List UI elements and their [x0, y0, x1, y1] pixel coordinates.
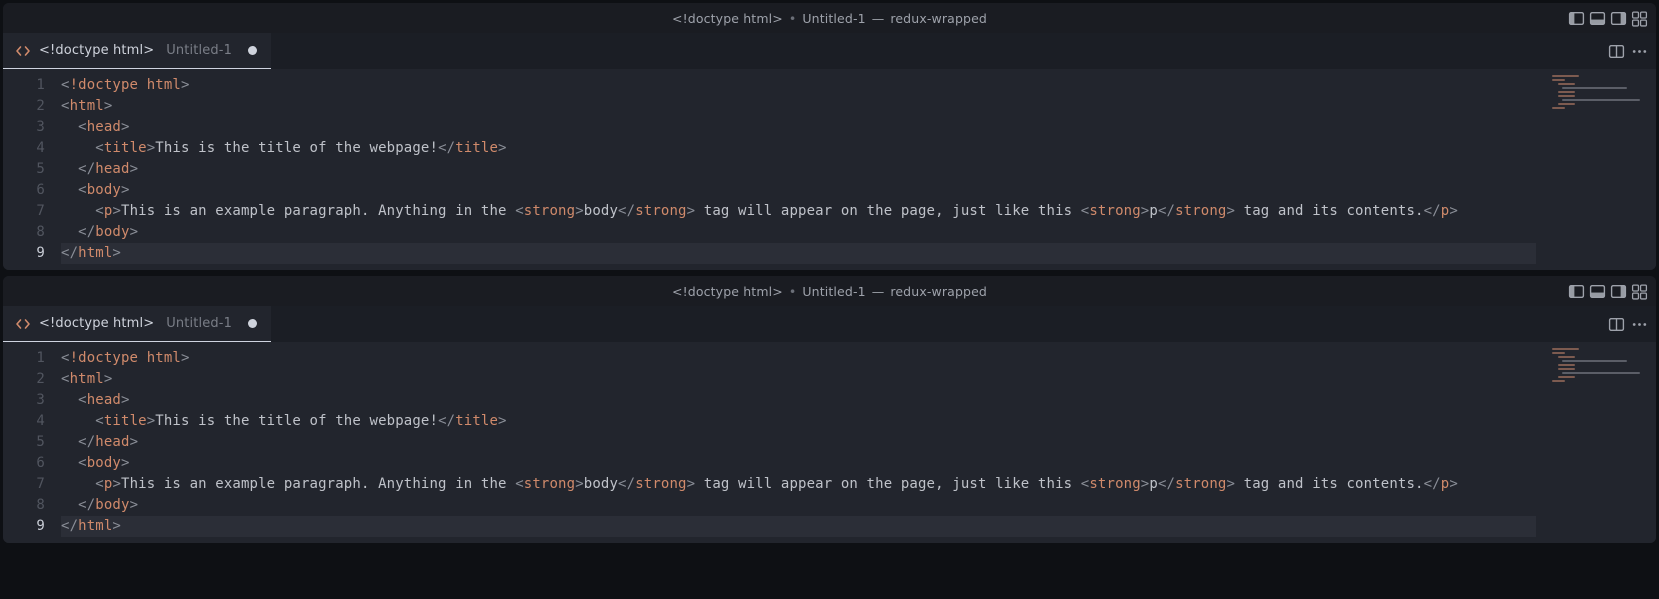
tab-filename: <!doctype html> [39, 40, 154, 61]
line-number-gutter: 1 2 3 4 5 6 7 8 9 [3, 69, 61, 270]
code-line[interactable]: <head> [61, 117, 1536, 138]
line-number: 9 [3, 243, 45, 264]
code-line[interactable]: <html> [61, 96, 1536, 117]
title-separator: • [789, 8, 797, 29]
title-workspace: redux-wrapped [890, 8, 987, 29]
code-area[interactable]: <!doctype html> <html> <head> <title>Thi… [61, 342, 1536, 543]
code-line[interactable]: <html> [61, 369, 1536, 390]
line-number: 5 [3, 159, 45, 180]
tab-description: Untitled-1 [166, 313, 232, 334]
code-line[interactable]: <body> [61, 180, 1536, 201]
editor-pane: <!doctype html> • Untitled-1 — redux-wra… [3, 3, 1656, 270]
minimap[interactable] [1544, 69, 1656, 270]
line-number: 3 [3, 390, 45, 411]
title-untitled: Untitled-1 [802, 8, 865, 29]
title-filename: <!doctype html> [672, 8, 783, 29]
split-editor-icon[interactable] [1608, 43, 1625, 60]
title-separator: • [789, 281, 797, 302]
code-brackets-icon [15, 316, 31, 332]
line-number: 7 [3, 474, 45, 495]
code-editor[interactable]: 1 2 3 4 5 6 7 8 9 <!doctype html> <html>… [3, 342, 1656, 543]
code-line[interactable]: <!doctype html> [61, 348, 1536, 369]
tab-bar: <!doctype html> Untitled-1 [3, 306, 1656, 342]
code-brackets-icon [15, 43, 31, 59]
title-separator: — [872, 8, 885, 29]
line-number: 7 [3, 201, 45, 222]
title-filename: <!doctype html> [672, 281, 783, 302]
window-titlebar: <!doctype html> • Untitled-1 — redux-wra… [3, 3, 1656, 33]
panel-right-icon[interactable] [1610, 10, 1627, 27]
line-number: 1 [3, 348, 45, 369]
code-line[interactable]: <title>This is the title of the webpage!… [61, 138, 1536, 159]
code-line[interactable]: </head> [61, 432, 1536, 453]
editor-tab[interactable]: <!doctype html> Untitled-1 [3, 306, 271, 342]
code-line[interactable]: </html> [61, 243, 1536, 264]
code-line[interactable]: </body> [61, 495, 1536, 516]
split-editor-icon[interactable] [1608, 316, 1625, 333]
code-line[interactable]: </body> [61, 222, 1536, 243]
code-line[interactable]: </html> [61, 516, 1536, 537]
code-area[interactable]: <!doctype html> <html> <head> <title>Thi… [61, 69, 1536, 270]
line-number: 9 [3, 516, 45, 537]
line-number: 8 [3, 495, 45, 516]
title-workspace: redux-wrapped [890, 281, 987, 302]
tab-modified-indicator [248, 319, 257, 328]
line-number: 5 [3, 432, 45, 453]
layout-grid-icon[interactable] [1631, 283, 1648, 300]
tab-description: Untitled-1 [166, 40, 232, 61]
code-line[interactable]: </head> [61, 159, 1536, 180]
more-icon[interactable] [1631, 43, 1648, 60]
code-line[interactable]: <body> [61, 453, 1536, 474]
tab-bar: <!doctype html> Untitled-1 [3, 33, 1656, 69]
tab-modified-indicator [248, 46, 257, 55]
line-number: 2 [3, 96, 45, 117]
line-number: 4 [3, 411, 45, 432]
code-line[interactable]: <!doctype html> [61, 75, 1536, 96]
code-line[interactable]: <head> [61, 390, 1536, 411]
line-number: 1 [3, 75, 45, 96]
panel-left-icon[interactable] [1568, 283, 1585, 300]
panel-bottom-icon[interactable] [1589, 10, 1606, 27]
code-line[interactable]: <title>This is the title of the webpage!… [61, 411, 1536, 432]
code-line[interactable]: <p>This is an example paragraph. Anythin… [61, 201, 1536, 222]
line-number: 4 [3, 138, 45, 159]
line-number: 8 [3, 222, 45, 243]
line-number: 3 [3, 117, 45, 138]
editor-tab[interactable]: <!doctype html> Untitled-1 [3, 33, 271, 69]
title-separator: — [872, 281, 885, 302]
tab-filename: <!doctype html> [39, 313, 154, 334]
panel-right-icon[interactable] [1610, 283, 1627, 300]
line-number: 6 [3, 180, 45, 201]
line-number: 2 [3, 369, 45, 390]
title-untitled: Untitled-1 [802, 281, 865, 302]
more-icon[interactable] [1631, 316, 1648, 333]
code-line[interactable]: <p>This is an example paragraph. Anythin… [61, 474, 1536, 495]
panel-bottom-icon[interactable] [1589, 283, 1606, 300]
minimap[interactable] [1544, 342, 1656, 543]
panel-left-icon[interactable] [1568, 10, 1585, 27]
code-editor[interactable]: 1 2 3 4 5 6 7 8 9 <!doctype html> <html>… [3, 69, 1656, 270]
line-number-gutter: 1 2 3 4 5 6 7 8 9 [3, 342, 61, 543]
line-number: 6 [3, 453, 45, 474]
window-titlebar: <!doctype html> • Untitled-1 — redux-wra… [3, 276, 1656, 306]
editor-pane: <!doctype html> • Untitled-1 — redux-wra… [3, 276, 1656, 543]
layout-grid-icon[interactable] [1631, 10, 1648, 27]
